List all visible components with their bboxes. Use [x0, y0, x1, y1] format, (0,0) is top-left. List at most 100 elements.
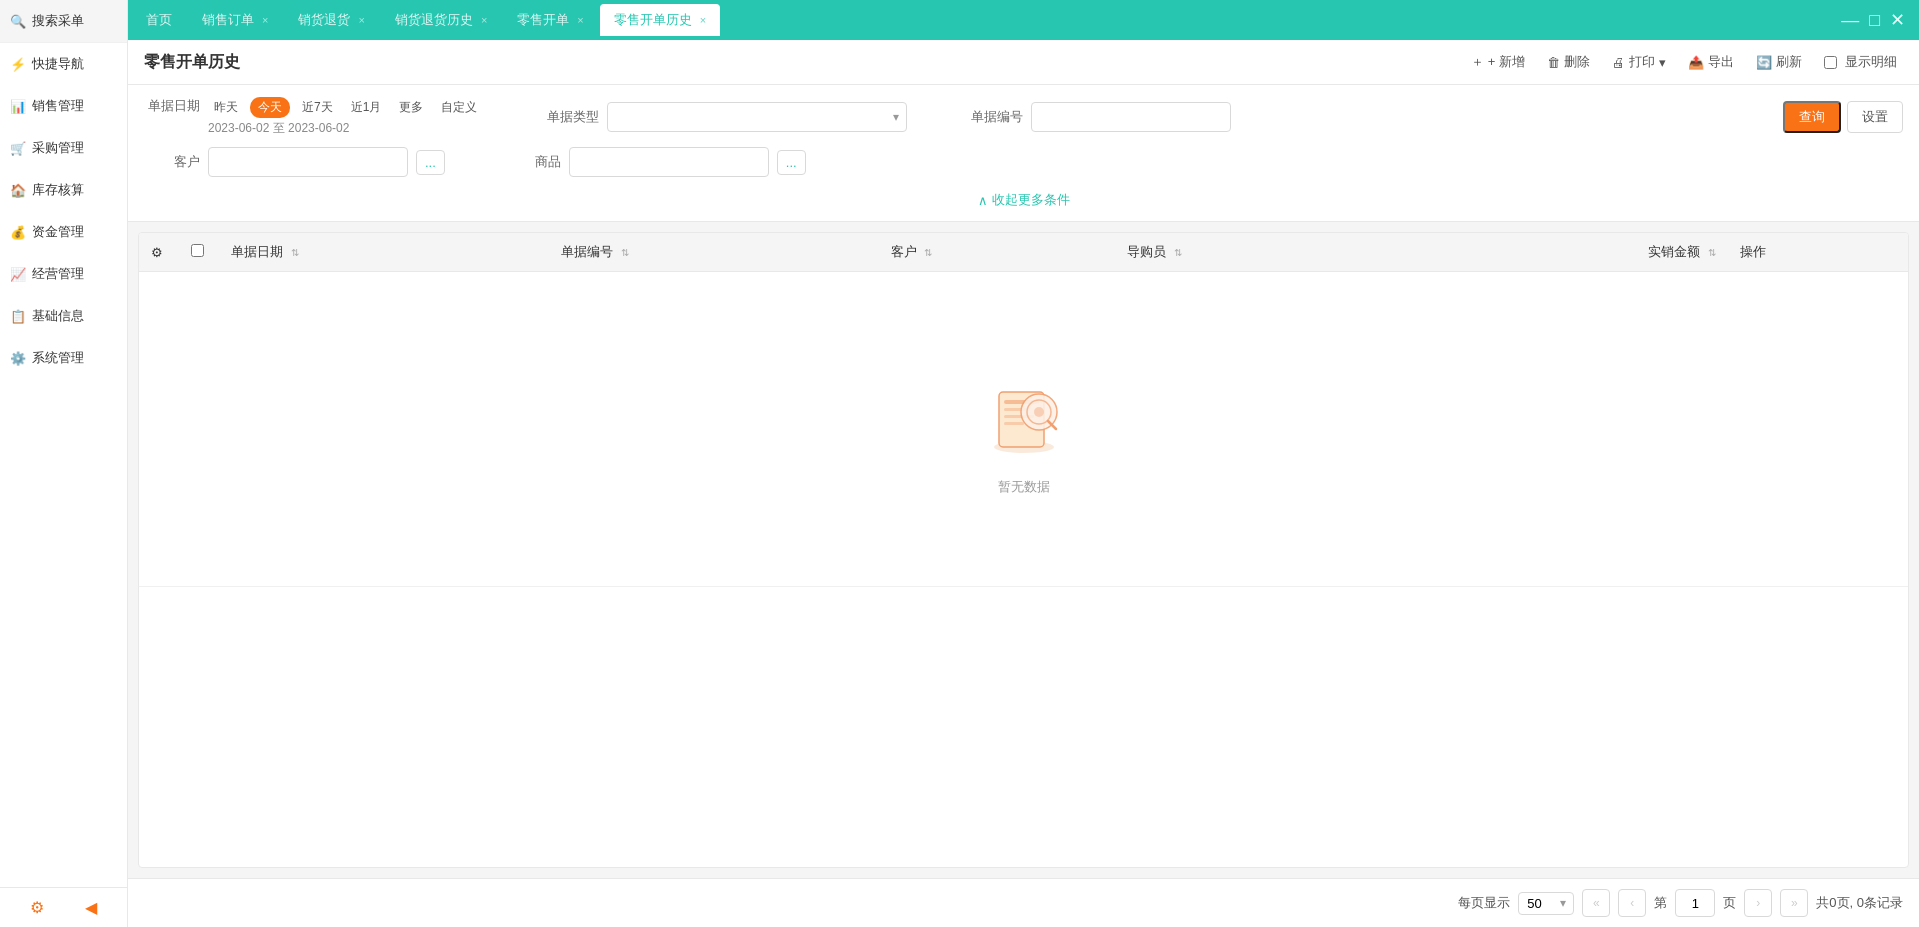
prev-page-button[interactable]: ‹	[1618, 889, 1646, 917]
tab-sales-return-label: 销货退货	[298, 11, 350, 29]
finance-icon: 💰	[10, 225, 26, 240]
settings-button[interactable]: 设置	[1847, 101, 1903, 133]
number-label: 单据编号	[967, 108, 1023, 126]
sidebar-item-basic-info[interactable]: 📋 基础信息	[0, 295, 127, 337]
th-amount-label: 实销金额	[1648, 244, 1700, 259]
tab-sales-return-history[interactable]: 销货退货历史 ×	[381, 4, 501, 36]
first-page-button[interactable]: «	[1582, 889, 1610, 917]
export-button[interactable]: 📤 导出	[1682, 50, 1740, 74]
settings-bottom-icon[interactable]: ⚙	[30, 898, 44, 917]
tab-retail-open-label: 零售开单	[517, 11, 569, 29]
goods-filter-group: 商品 ...	[505, 147, 806, 177]
th-date-label: 单据日期	[231, 244, 283, 259]
customer-ellipsis-button[interactable]: ...	[416, 150, 445, 175]
date-label: 单据日期	[144, 97, 200, 115]
sidebar-item-sales-mgmt[interactable]: 📊 销售管理	[0, 85, 127, 127]
th-checkbox[interactable]	[179, 233, 219, 272]
tab-retail-open-history-label: 零售开单历史	[614, 11, 692, 29]
sidebar-item-label: 经营管理	[32, 265, 84, 283]
sidebar-item-purchase-mgmt[interactable]: 🛒 采购管理	[0, 127, 127, 169]
sidebar-search-label: 搜索采单	[32, 12, 84, 30]
date-7days[interactable]: 近7天	[296, 97, 339, 118]
collapse-row[interactable]: ∧ 收起更多条件	[144, 187, 1903, 213]
last-page-button[interactable]: »	[1780, 889, 1808, 917]
minimize-button[interactable]: —	[1841, 10, 1859, 31]
type-select[interactable]	[607, 102, 907, 132]
export-icon: 📤	[1688, 55, 1704, 70]
query-button[interactable]: 查询	[1783, 101, 1841, 133]
sidebar-item-label: 采购管理	[32, 139, 84, 157]
type-select-wrapper: ▾	[607, 102, 907, 132]
amount-sort-icon[interactable]: ⇅	[1708, 247, 1716, 258]
date-1month[interactable]: 近1月	[345, 97, 388, 118]
select-all-checkbox[interactable]	[191, 244, 204, 257]
maximize-button[interactable]: □	[1869, 10, 1880, 31]
next-page-button[interactable]: ›	[1744, 889, 1772, 917]
sidebar-item-system[interactable]: ⚙️ 系统管理	[0, 337, 127, 379]
tab-retail-open[interactable]: 零售开单 ×	[503, 4, 597, 36]
current-page-input[interactable]	[1675, 889, 1715, 917]
date-more[interactable]: 更多	[393, 97, 429, 118]
sidebar: 🔍 搜索采单 ⚡ 快捷导航 📊 销售管理 🛒 采购管理 🏠 库存核算 💰 资金管…	[0, 0, 128, 927]
sidebar-item-operations[interactable]: 📈 经营管理	[0, 253, 127, 295]
sidebar-search[interactable]: 🔍 搜索采单	[0, 0, 127, 43]
add-icon: ＋	[1471, 53, 1484, 71]
refresh-button[interactable]: 🔄 刷新	[1750, 50, 1808, 74]
sidebar-item-finance[interactable]: 💰 资金管理	[0, 211, 127, 253]
collapse-label: 收起更多条件	[992, 191, 1070, 209]
tab-bar: 首页 销售订单 × 销货退货 × 销货退货历史 × 零售开单 × 零售开单历史 …	[128, 0, 1919, 40]
goods-input[interactable]	[569, 147, 769, 177]
tab-retail-open-history-close[interactable]: ×	[700, 14, 706, 26]
goods-ellipsis-button[interactable]: ...	[777, 150, 806, 175]
number-sort-icon[interactable]: ⇅	[621, 247, 629, 258]
filter-row-1: 单据日期 昨天 今天 近7天 近1月 更多 自定义 2023-06-02 至 2…	[144, 97, 1903, 137]
date-filter-group: 单据日期 昨天 今天 近7天 近1月 更多 自定义 2023-06-02 至 2…	[144, 97, 483, 137]
guide-sort-icon[interactable]: ⇅	[1174, 247, 1182, 258]
tab-sales-return-history-label: 销货退货历史	[395, 11, 473, 29]
display-detail-checkbox[interactable]	[1824, 56, 1837, 69]
refresh-label: 刷新	[1776, 53, 1802, 71]
per-page-select[interactable]: 10 20 50 100	[1518, 892, 1574, 915]
sidebar-item-label: 基础信息	[32, 307, 84, 325]
date-custom[interactable]: 自定义	[435, 97, 483, 118]
number-input[interactable]	[1031, 102, 1231, 132]
empty-illustration	[974, 362, 1074, 462]
tab-retail-open-close[interactable]: ×	[577, 14, 583, 26]
tab-sales-order-close[interactable]: ×	[262, 14, 268, 26]
tab-retail-open-history[interactable]: 零售开单历史 ×	[600, 4, 720, 36]
date-yesterday[interactable]: 昨天	[208, 97, 244, 118]
pagination: 每页显示 10 20 50 100 ▾ « ‹ 第 页 › » 共0页, 0条记…	[128, 878, 1919, 927]
collapse-sidebar-icon[interactable]: ◀	[85, 898, 97, 917]
print-button[interactable]: 🖨 打印 ▾	[1606, 50, 1672, 74]
delete-button[interactable]: 🗑 删除	[1541, 50, 1596, 74]
print-icon: 🖨	[1612, 55, 1625, 70]
inventory-icon: 🏠	[10, 183, 26, 198]
main-area: 首页 销售订单 × 销货退货 × 销货退货历史 × 零售开单 × 零售开单历史 …	[128, 0, 1919, 927]
display-detail-button[interactable]: 显示明细	[1818, 50, 1903, 74]
customer-input[interactable]	[208, 147, 408, 177]
date-shortcuts-container: 昨天 今天 近7天 近1月 更多 自定义 2023-06-02 至 2023-0…	[208, 97, 483, 137]
tab-home-label: 首页	[146, 11, 172, 29]
table-container: ⚙ 单据日期 ⇅ 单据编号 ⇅	[138, 232, 1909, 868]
tab-home[interactable]: 首页	[132, 4, 186, 36]
goods-label: 商品	[505, 153, 561, 171]
customer-sort-icon[interactable]: ⇅	[924, 247, 932, 258]
date-today[interactable]: 今天	[250, 97, 290, 118]
tab-sales-return-close[interactable]: ×	[358, 14, 364, 26]
settings-icon[interactable]: ⚙	[151, 245, 163, 260]
close-button[interactable]: ✕	[1890, 9, 1905, 31]
display-detail-label: 显示明细	[1845, 53, 1897, 71]
print-chevron-icon: ▾	[1659, 55, 1666, 70]
type-label: 单据类型	[543, 108, 599, 126]
sales-mgmt-icon: 📊	[10, 99, 26, 114]
add-button[interactable]: ＋ + 新增	[1465, 50, 1531, 74]
sidebar-item-quick-nav[interactable]: ⚡ 快捷导航	[0, 43, 127, 85]
tab-sales-return-history-close[interactable]: ×	[481, 14, 487, 26]
th-settings[interactable]: ⚙	[139, 233, 179, 272]
system-icon: ⚙️	[10, 351, 26, 366]
tab-sales-order[interactable]: 销售订单 ×	[188, 4, 282, 36]
tab-sales-return[interactable]: 销货退货 ×	[284, 4, 378, 36]
date-sort-icon[interactable]: ⇅	[291, 247, 299, 258]
sidebar-item-label: 资金管理	[32, 223, 84, 241]
sidebar-item-inventory[interactable]: 🏠 库存核算	[0, 169, 127, 211]
